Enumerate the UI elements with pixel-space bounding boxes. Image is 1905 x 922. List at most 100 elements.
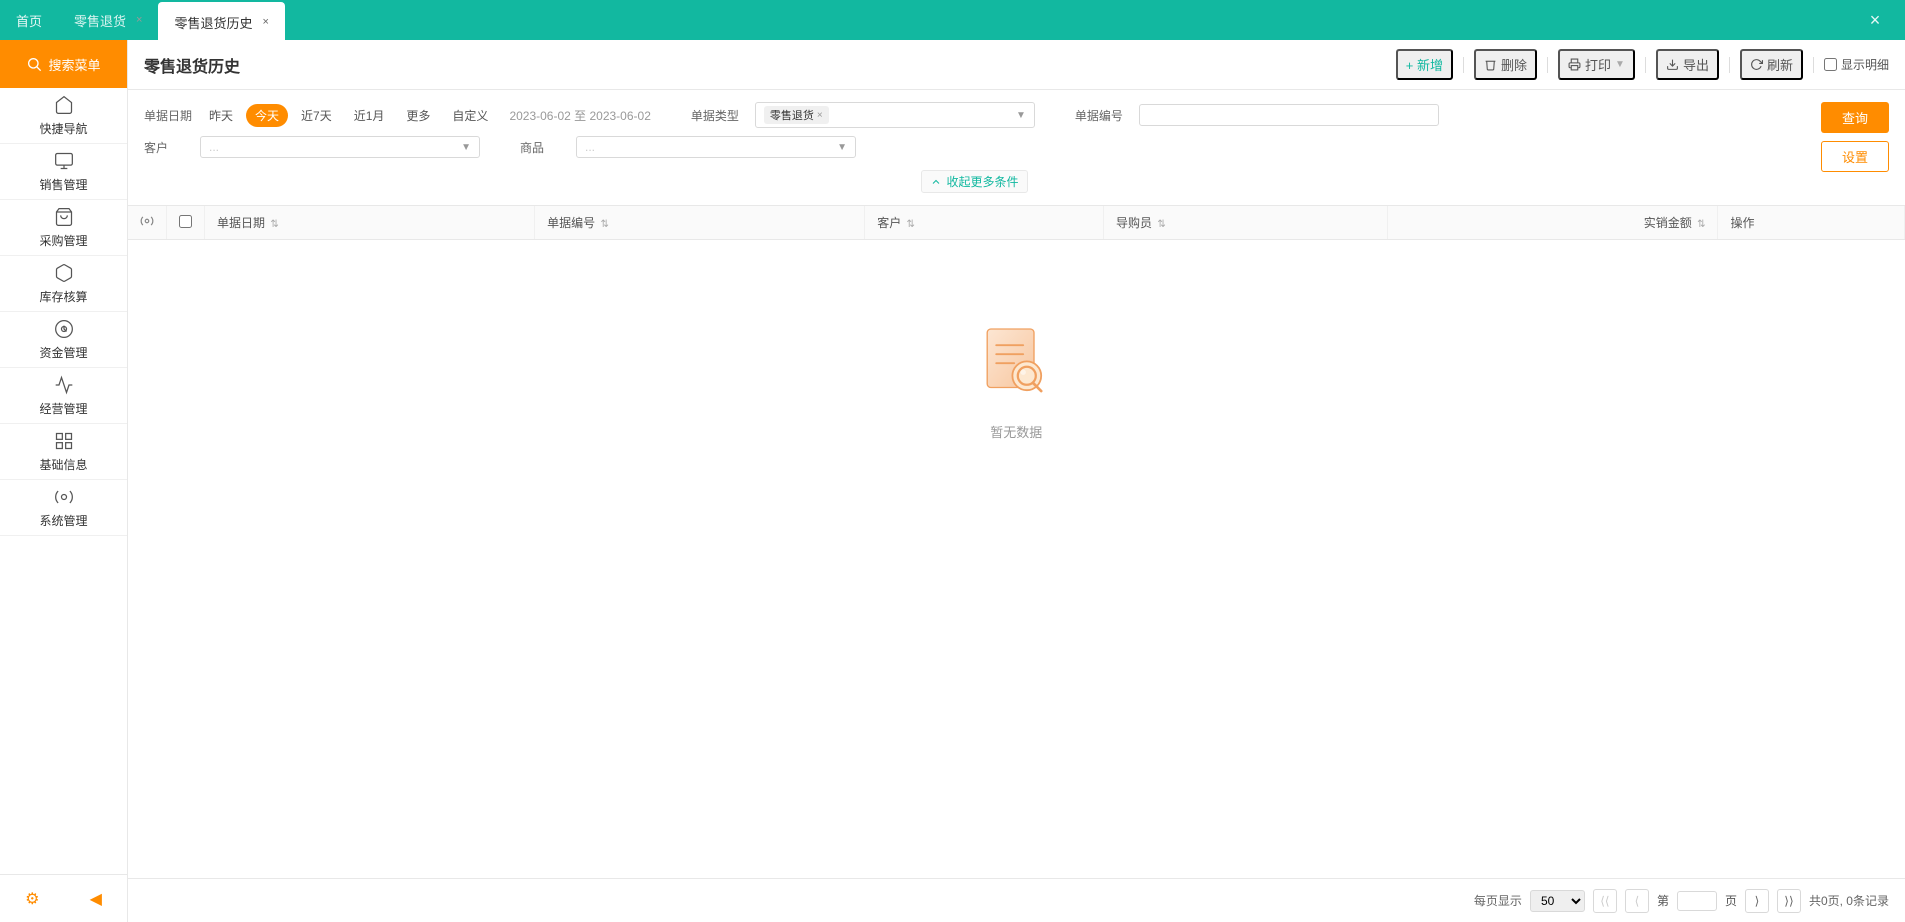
page-number-input[interactable]: 1: [1677, 891, 1717, 911]
app-close-button[interactable]: ×: [1861, 6, 1889, 34]
page-unit-label: 页: [1725, 892, 1737, 909]
divider-4: [1729, 57, 1730, 73]
sidebar-nav: 快捷导航 销售管理: [0, 88, 127, 874]
show-detail-toggle[interactable]: 显示明细: [1824, 56, 1889, 73]
col-check-header[interactable]: [167, 206, 205, 240]
page-size-label: 每页显示: [1474, 892, 1522, 909]
empty-state-text: 暂无数据: [990, 422, 1042, 441]
doc-type-tag-label: 零售退货: [770, 107, 814, 123]
delete-label: 删除: [1501, 55, 1527, 74]
customer-select[interactable]: ... ▼: [200, 136, 480, 158]
content-area: 零售退货历史 + 新增 删除: [128, 40, 1905, 922]
sidebar: 搜索菜单 快捷导航 销售管理: [0, 40, 128, 922]
table-header-row: 单据日期 ⇅ 单据编号 ⇅ 客户 ⇅ 导购员 ⇅: [128, 206, 1905, 240]
page-title: 零售退货历史: [144, 53, 240, 77]
page-size-select[interactable]: 50 100 200: [1530, 890, 1585, 912]
doc-type-dropdown-icon: ▼: [1016, 110, 1026, 121]
sidebar-item-basic-info-label: 基础信息: [39, 456, 87, 473]
empty-state: 暂无数据: [128, 240, 1905, 521]
tab-retail-return-close[interactable]: ×: [136, 14, 142, 26]
date-btn-custom[interactable]: 自定义: [443, 104, 497, 127]
sidebar-item-sales-mgmt[interactable]: 销售管理: [0, 144, 127, 200]
date-range-display: 2023-06-02 至 2023-06-02: [509, 107, 650, 124]
collapse-label: 收起更多条件: [946, 173, 1018, 190]
sidebar-item-system[interactable]: 系统管理: [0, 480, 127, 536]
filter-row-1: 单据日期 昨天 今天 近7天 近1月 更多 自定义 2023-06-02 至 2…: [144, 102, 1805, 128]
sidebar-item-operations[interactable]: 经营管理: [0, 368, 127, 424]
collapse-button[interactable]: 收起更多条件: [921, 170, 1027, 193]
customer-placeholder: ...: [209, 140, 219, 154]
query-button[interactable]: 查询: [1821, 102, 1889, 133]
goods-dropdown-icon: ▼: [837, 142, 847, 153]
add-button[interactable]: + 新增: [1396, 49, 1453, 80]
inventory-icon: [53, 262, 75, 284]
col-amount-header[interactable]: 实销金额 ⇅: [1388, 206, 1718, 240]
show-detail-label: 显示明细: [1841, 56, 1889, 73]
doc-type-select[interactable]: 零售退货 × ▼: [755, 102, 1035, 128]
col-customer-header[interactable]: 客户 ⇅: [865, 206, 1104, 240]
empty-state-icon: [971, 320, 1061, 410]
export-button[interactable]: 导出: [1656, 49, 1719, 80]
tab-retail-return[interactable]: 零售退货 ×: [58, 0, 158, 40]
date-btn-7days[interactable]: 近7天: [292, 104, 341, 127]
sidebar-item-purchase-mgmt[interactable]: 采购管理: [0, 200, 127, 256]
goods-select-content: ...: [585, 140, 833, 154]
goto-label: 第: [1657, 892, 1669, 909]
tab-retail-return-label: 零售退货: [74, 11, 126, 30]
date-btn-today[interactable]: 今天: [246, 104, 288, 127]
tab-home[interactable]: 首页: [0, 0, 58, 40]
page-first-button[interactable]: ⟨⟨: [1593, 889, 1617, 913]
sidebar-collapse-icon[interactable]: ◀: [90, 889, 102, 909]
col-guide-header[interactable]: 导购员 ⇅: [1103, 206, 1387, 240]
finance-icon: [53, 318, 75, 340]
col-date-header[interactable]: 单据日期 ⇅: [205, 206, 535, 240]
table-body: 暂无数据: [128, 240, 1905, 522]
delete-button[interactable]: 删除: [1474, 49, 1537, 80]
sidebar-item-system-label: 系统管理: [39, 512, 87, 529]
page-prev-button[interactable]: ⟨: [1625, 889, 1649, 913]
date-btn-yesterday[interactable]: 昨天: [200, 104, 242, 127]
col-date-label: 单据日期: [217, 216, 265, 230]
sidebar-item-quick-nav[interactable]: 快捷导航: [0, 88, 127, 144]
col-customer-sort-icon: ⇅: [907, 219, 915, 230]
export-label: 导出: [1683, 55, 1709, 74]
date-btn-more[interactable]: 更多: [397, 104, 439, 127]
page-last-button[interactable]: ⟩⟩: [1777, 889, 1801, 913]
sales-icon: [53, 150, 75, 172]
customer-dropdown-icon: ▼: [461, 142, 471, 153]
select-all-checkbox[interactable]: [179, 215, 192, 228]
customer-select-content: ...: [209, 140, 457, 154]
show-detail-checkbox[interactable]: [1824, 58, 1837, 71]
sidebar-search-label: 搜索菜单: [48, 55, 100, 74]
sidebar-item-operations-label: 经营管理: [39, 400, 87, 417]
sidebar-item-inventory[interactable]: 库存核算: [0, 256, 127, 312]
divider-1: [1463, 57, 1464, 73]
settings-gear-icon[interactable]: ⚙: [25, 889, 39, 909]
print-button[interactable]: 打印 ▼: [1558, 49, 1635, 80]
sidebar-item-basic-info[interactable]: 基础信息: [0, 424, 127, 480]
date-btn-1month[interactable]: 近1月: [345, 104, 394, 127]
doc-type-tag: 零售退货 ×: [764, 106, 829, 124]
date-filter-options: 昨天 今天 近7天 近1月 更多 自定义 2023-06-02 至 2023-0…: [200, 104, 651, 127]
sidebar-item-purchase-mgmt-label: 采购管理: [39, 232, 87, 249]
sidebar-search[interactable]: 搜索菜单: [0, 40, 127, 88]
goods-filter-label: 商品: [520, 139, 576, 156]
filter-settings-button[interactable]: 设置: [1821, 141, 1889, 172]
table-settings-icon: [140, 214, 154, 228]
page-total-info: 共0页, 0条记录: [1809, 892, 1889, 909]
sidebar-item-finance[interactable]: 资金管理: [0, 312, 127, 368]
tab-retail-return-history[interactable]: 零售退货历史 ×: [158, 2, 284, 42]
page-next-button[interactable]: ⟩: [1745, 889, 1769, 913]
col-docno-header[interactable]: 单据编号 ⇅: [535, 206, 865, 240]
divider-5: [1813, 57, 1814, 73]
sidebar-item-inventory-label: 库存核算: [39, 288, 87, 305]
doc-type-tag-close[interactable]: ×: [817, 110, 823, 121]
tab-bar: 首页 零售退货 × 零售退货历史 ×: [0, 0, 1861, 40]
table-area: 单据日期 ⇅ 单据编号 ⇅ 客户 ⇅ 导购员 ⇅: [128, 206, 1905, 878]
tab-retail-return-history-close[interactable]: ×: [262, 16, 268, 28]
goods-select[interactable]: ... ▼: [576, 136, 856, 158]
refresh-button[interactable]: 刷新: [1740, 49, 1803, 80]
doc-no-input[interactable]: [1139, 104, 1439, 126]
print-dropdown-icon[interactable]: ▼: [1615, 59, 1625, 70]
col-settings-header[interactable]: [128, 206, 167, 240]
